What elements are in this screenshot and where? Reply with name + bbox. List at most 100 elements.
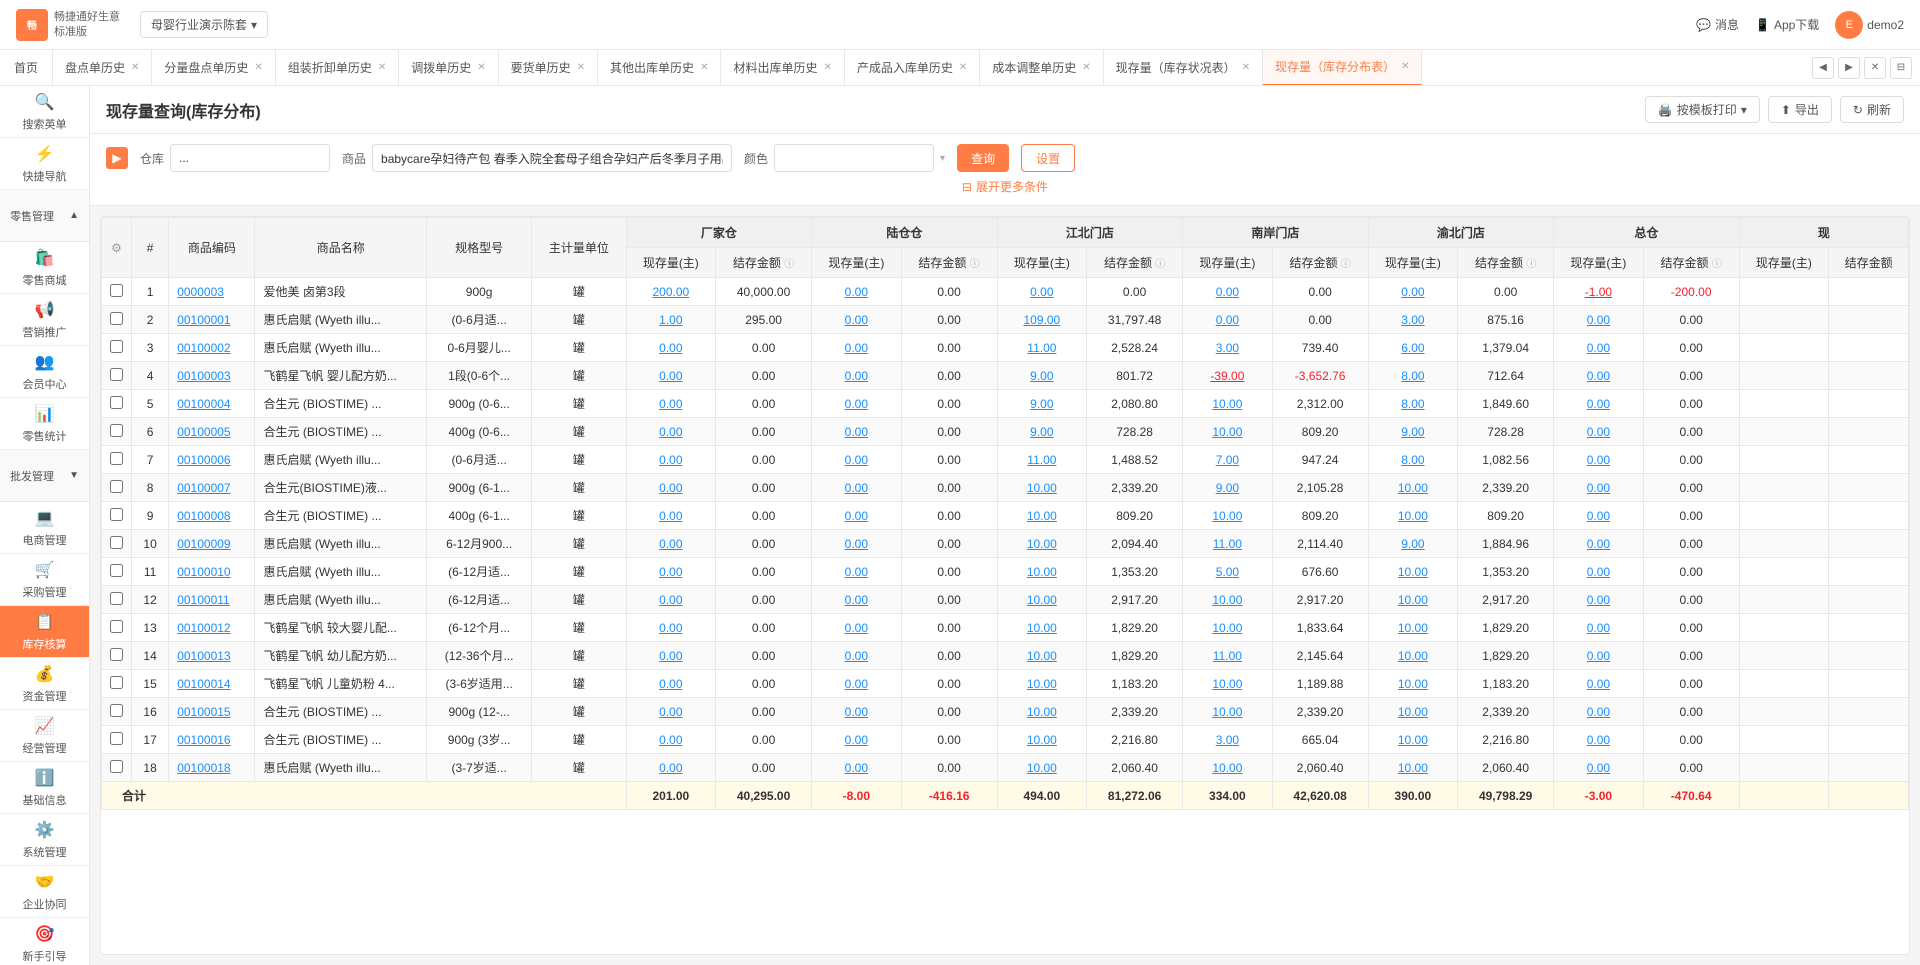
row-yb-stock[interactable]: 10.00	[1368, 586, 1457, 614]
row-yb-stock[interactable]: 3.00	[1368, 306, 1457, 334]
row-checkbox[interactable]	[102, 390, 132, 418]
message-action[interactable]: 💬 消息	[1696, 16, 1739, 33]
user-action[interactable]: E demo2	[1835, 11, 1904, 39]
row-na-stock[interactable]: 9.00	[1183, 474, 1272, 502]
row-fc-stock[interactable]: 0.00	[626, 362, 715, 390]
row-lh-stock[interactable]: 0.00	[812, 642, 901, 670]
sidebar-item-quicknav[interactable]: ⚡ 快捷导航	[0, 138, 89, 190]
row-lh-stock[interactable]: 0.00	[812, 502, 901, 530]
row-yb-stock[interactable]: 10.00	[1368, 670, 1457, 698]
row-yb-stock[interactable]: 9.00	[1368, 418, 1457, 446]
sidebar-item-marketing[interactable]: 📢 营销推广	[0, 294, 89, 346]
row-lh-stock[interactable]: 0.00	[812, 306, 901, 334]
row-total-stock[interactable]: 0.00	[1554, 754, 1643, 782]
row-jb-stock[interactable]: 109.00	[997, 306, 1086, 334]
row-lh-stock[interactable]: 0.00	[812, 614, 901, 642]
row-checkbox[interactable]	[102, 530, 132, 558]
row-fc-stock[interactable]: 0.00	[626, 390, 715, 418]
row-lh-stock[interactable]: 0.00	[812, 530, 901, 558]
row-code[interactable]: 00100012	[169, 614, 255, 642]
row-fc-stock[interactable]: 0.00	[626, 670, 715, 698]
row-code[interactable]: 00100005	[169, 418, 255, 446]
sidebar-item-members[interactable]: 👥 会员中心	[0, 346, 89, 398]
row-lh-stock[interactable]: 0.00	[812, 670, 901, 698]
row-yb-stock[interactable]: 10.00	[1368, 642, 1457, 670]
tab-prev-btn[interactable]: ◀	[1812, 57, 1834, 79]
row-total-stock[interactable]: 0.00	[1554, 390, 1643, 418]
row-jb-stock[interactable]: 10.00	[997, 558, 1086, 586]
tab-close-icon[interactable]: ✕	[477, 62, 485, 73]
row-na-stock[interactable]: 7.00	[1183, 446, 1272, 474]
row-jb-stock[interactable]: 11.00	[997, 334, 1086, 362]
row-total-stock[interactable]: 0.00	[1554, 446, 1643, 474]
row-yb-stock[interactable]: 8.00	[1368, 390, 1457, 418]
row-code[interactable]: 00100007	[169, 474, 255, 502]
row-jb-stock[interactable]: 10.00	[997, 726, 1086, 754]
demo-selector[interactable]: 母婴行业演示陈套 ▾	[140, 11, 268, 38]
row-fc-stock[interactable]: 0.00	[626, 586, 715, 614]
row-total-stock[interactable]: 0.00	[1554, 726, 1643, 754]
sidebar-item-guide[interactable]: 🎯 新手引导	[0, 918, 89, 965]
row-na-stock[interactable]: 10.00	[1183, 502, 1272, 530]
row-na-stock[interactable]: 11.00	[1183, 530, 1272, 558]
row-na-stock[interactable]: 10.00	[1183, 698, 1272, 726]
tab-close-all-btn[interactable]: ✕	[1864, 57, 1886, 79]
row-jb-stock[interactable]: 10.00	[997, 474, 1086, 502]
row-fc-stock[interactable]: 0.00	[626, 446, 715, 474]
sidebar-item-purchase[interactable]: 🛒 采购管理	[0, 554, 89, 606]
sidebar-item-operations[interactable]: 📈 经营管理	[0, 710, 89, 762]
row-fc-stock[interactable]: 0.00	[626, 558, 715, 586]
row-fc-stock[interactable]: 0.00	[626, 726, 715, 754]
tab-home[interactable]: 首页	[0, 50, 53, 86]
row-code[interactable]: 00100006	[169, 446, 255, 474]
sidebar-item-system[interactable]: ⚙️ 系统管理	[0, 814, 89, 866]
row-fc-stock[interactable]: 0.00	[626, 754, 715, 782]
tab-stock-distribution[interactable]: 现存量（库存分布表） ✕	[1263, 50, 1422, 86]
row-jb-stock[interactable]: 10.00	[997, 614, 1086, 642]
row-code[interactable]: 00100010	[169, 558, 255, 586]
row-jb-stock[interactable]: 10.00	[997, 670, 1086, 698]
row-checkbox[interactable]	[102, 306, 132, 334]
row-fc-stock[interactable]: 0.00	[626, 530, 715, 558]
row-na-stock[interactable]: 3.00	[1183, 726, 1272, 754]
row-fc-stock[interactable]: 0.00	[626, 474, 715, 502]
row-na-stock[interactable]: 11.00	[1183, 642, 1272, 670]
row-yb-stock[interactable]: 10.00	[1368, 726, 1457, 754]
sidebar-item-retail-mall[interactable]: 🛍️ 零售商城	[0, 242, 89, 294]
row-jb-stock[interactable]: 10.00	[997, 502, 1086, 530]
row-checkbox[interactable]	[102, 670, 132, 698]
tab-cost-adjust[interactable]: 成本调整单历史 ✕	[980, 50, 1103, 86]
row-jb-stock[interactable]: 10.00	[997, 754, 1086, 782]
row-lh-stock[interactable]: 0.00	[812, 418, 901, 446]
row-checkbox[interactable]	[102, 334, 132, 362]
row-yb-stock[interactable]: 10.00	[1368, 754, 1457, 782]
tab-other-out[interactable]: 其他出库单历史 ✕	[598, 50, 721, 86]
row-total-stock[interactable]: 0.00	[1554, 670, 1643, 698]
tab-transfer[interactable]: 调拨单历史 ✕	[399, 50, 498, 86]
row-yb-stock[interactable]: 0.00	[1368, 278, 1457, 306]
tab-close-icon[interactable]: ✕	[378, 62, 386, 73]
row-yb-stock[interactable]: 10.00	[1368, 614, 1457, 642]
row-lh-stock[interactable]: 0.00	[812, 754, 901, 782]
row-checkbox[interactable]	[102, 558, 132, 586]
warehouse-input[interactable]	[170, 144, 330, 172]
row-yb-stock[interactable]: 10.00	[1368, 502, 1457, 530]
row-fc-stock[interactable]: 0.00	[626, 642, 715, 670]
row-checkbox[interactable]	[102, 614, 132, 642]
row-code[interactable]: 00100003	[169, 362, 255, 390]
row-lh-stock[interactable]: 0.00	[812, 334, 901, 362]
row-code[interactable]: 0000003	[169, 278, 255, 306]
sidebar-item-inventory[interactable]: 📋 库存核算	[0, 606, 89, 658]
row-checkbox[interactable]	[102, 502, 132, 530]
row-code[interactable]: 00100018	[169, 754, 255, 782]
row-na-stock[interactable]: 10.00	[1183, 670, 1272, 698]
row-total-stock[interactable]: 0.00	[1554, 474, 1643, 502]
row-lh-stock[interactable]: 0.00	[812, 278, 901, 306]
filter-arrow[interactable]: ▶	[106, 147, 128, 169]
tab-close-icon[interactable]: ✕	[823, 62, 831, 73]
row-checkbox[interactable]	[102, 586, 132, 614]
row-fc-stock[interactable]: 0.00	[626, 614, 715, 642]
row-fc-stock[interactable]: 0.00	[626, 502, 715, 530]
row-na-stock[interactable]: -39.00	[1183, 362, 1272, 390]
color-input[interactable]	[774, 144, 934, 172]
